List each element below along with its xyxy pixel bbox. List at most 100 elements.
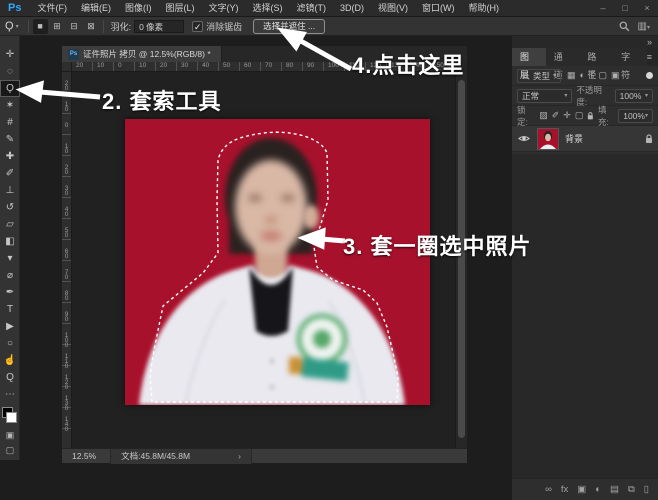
new-group-icon[interactable]: ▤ bbox=[610, 484, 619, 495]
brush-tool-icon[interactable]: ✐ bbox=[0, 165, 20, 182]
adjustment-layer-icon[interactable]: ◐ bbox=[595, 484, 601, 495]
panel-tab-bar: 图层通道路径字符 ≡ bbox=[512, 48, 658, 66]
chevron-down-icon: ▾ bbox=[16, 23, 19, 30]
ruler-number: 10 bbox=[63, 143, 70, 153]
hand-tool-icon[interactable]: ☝ bbox=[0, 352, 20, 369]
filter-pixel-layers-icon[interactable]: ▦ bbox=[567, 70, 576, 81]
healing-brush-tool-icon[interactable]: ✚ bbox=[0, 148, 20, 165]
filter-kind-dropdown[interactable]: 类型 ▾ bbox=[517, 69, 561, 83]
maximize-icon[interactable]: □ bbox=[614, 0, 636, 17]
status-chevron-icon[interactable]: › bbox=[238, 451, 241, 461]
new-selection-icon[interactable]: ■ bbox=[33, 19, 48, 34]
filter-shape-layers-icon[interactable]: ▢ bbox=[598, 70, 607, 81]
document-tab[interactable]: Ps 证件照片 拷贝 @ 12.5%(RGB/8) * bbox=[62, 46, 222, 62]
minimize-icon[interactable]: – bbox=[592, 0, 614, 17]
add-to-selection-icon[interactable]: ⊞ bbox=[50, 19, 65, 34]
filter-type-layers-icon[interactable]: T bbox=[589, 70, 595, 81]
marquee-tool-icon[interactable]: ◌ bbox=[0, 63, 20, 80]
gradient-tool-icon[interactable]: ◧ bbox=[0, 233, 20, 250]
menu-item[interactable]: 编辑(E) bbox=[74, 0, 118, 17]
pen-tool-icon[interactable]: ✒ bbox=[0, 284, 20, 301]
lock-label: 锁定: bbox=[517, 104, 533, 128]
layer-name[interactable]: 背景 bbox=[565, 132, 639, 145]
document-info: 文档:45.8M/45.8M › bbox=[110, 449, 252, 464]
menu-item[interactable]: 滤镜(T) bbox=[289, 0, 333, 17]
search-icon[interactable] bbox=[619, 21, 630, 32]
menu-item[interactable]: 文字(Y) bbox=[201, 0, 245, 17]
blur-tool-icon[interactable]: ▾ bbox=[0, 250, 20, 267]
background-color-swatch[interactable] bbox=[6, 412, 17, 423]
type-tool-icon[interactable]: T bbox=[0, 301, 20, 318]
menu-item[interactable]: 视图(V) bbox=[371, 0, 415, 17]
screen-mode-icon[interactable]: ▢ bbox=[0, 443, 20, 458]
menu-item[interactable]: 窗口(W) bbox=[415, 0, 462, 17]
divider bbox=[28, 20, 29, 33]
annotation-step4: 4.点击这里 bbox=[352, 48, 464, 80]
menu-item[interactable]: 图层(L) bbox=[158, 0, 201, 17]
menu-item[interactable]: 帮助(H) bbox=[461, 0, 506, 17]
menu-item[interactable]: 3D(D) bbox=[333, 0, 371, 17]
workspace-switcher-icon[interactable]: ▥▾ bbox=[638, 21, 650, 32]
filter-adjustment-layers-icon[interactable]: ◐ bbox=[580, 70, 585, 81]
dodge-tool-icon[interactable]: ⌀ bbox=[0, 267, 20, 284]
lock-all-icon[interactable] bbox=[587, 111, 594, 121]
select-and-mask-button[interactable]: 选择并遮住 ... bbox=[253, 19, 325, 34]
delete-layer-icon[interactable]: ▯ bbox=[644, 484, 649, 495]
ruler-corner[interactable] bbox=[62, 62, 72, 72]
ruler-number: 30 bbox=[181, 62, 188, 69]
filter-toggle-icon[interactable] bbox=[646, 72, 653, 79]
visibility-eye-icon[interactable] bbox=[518, 134, 530, 143]
move-tool-icon[interactable]: ✛ bbox=[0, 46, 20, 63]
ruler-number: 10 bbox=[63, 101, 70, 111]
menu-item[interactable]: 选择(S) bbox=[245, 0, 289, 17]
quick-mask-icon[interactable]: ▣ bbox=[0, 428, 20, 443]
anti-alias-checkbox[interactable]: ✓ bbox=[192, 21, 203, 32]
quick-selection-tool-icon[interactable]: ✶ bbox=[0, 97, 20, 114]
menu-item[interactable]: 文件(F) bbox=[30, 0, 74, 17]
menu-item[interactable]: 图像(I) bbox=[118, 0, 159, 17]
ruler-number: 60 bbox=[63, 248, 70, 258]
lock-artboard-icon[interactable]: ▢ bbox=[575, 110, 584, 121]
ruler-number: 90 bbox=[63, 311, 70, 321]
current-tool-dropdown[interactable]: Ϙ ▾ bbox=[0, 20, 24, 32]
search-icon bbox=[522, 72, 530, 80]
eyedropper-tool-icon[interactable]: ✎ bbox=[0, 131, 20, 148]
ruler-number: 100 bbox=[63, 332, 70, 347]
lock-position-icon[interactable]: ✛ bbox=[563, 110, 571, 121]
collapse-panels-icon[interactable]: » bbox=[647, 37, 652, 47]
panel-menu-icon[interactable]: ≡ bbox=[647, 48, 658, 66]
subtract-from-selection-icon[interactable]: ⊟ bbox=[67, 19, 82, 34]
opacity-select[interactable]: 100%▾ bbox=[615, 89, 653, 103]
photo-canvas[interactable] bbox=[125, 119, 430, 405]
crop-tool-icon[interactable]: # bbox=[0, 114, 20, 131]
背景[interactable]: 背景 bbox=[512, 126, 658, 152]
add-mask-icon[interactable]: ▣ bbox=[577, 484, 586, 495]
ruler-number: 130 bbox=[63, 395, 70, 410]
eraser-tool-icon[interactable]: ▱ bbox=[0, 216, 20, 233]
right-panel-dock: » 图层通道路径字符 ≡ 类型 ▾ ▦◐T▢▣ 正常 bbox=[512, 36, 658, 500]
blend-mode-select[interactable]: 正常▾ bbox=[517, 89, 572, 103]
vertical-ruler[interactable]: 20100102030405060708090100110120130140 bbox=[62, 72, 72, 448]
lock-transparency-icon[interactable]: ▨ bbox=[539, 110, 548, 121]
edit-toolbar-icon[interactable]: ⋯ bbox=[0, 386, 20, 403]
link-layers-icon[interactable]: ∞ bbox=[545, 484, 552, 495]
lock-paint-icon[interactable]: ✐ bbox=[552, 110, 560, 121]
ruler-number: 0 bbox=[118, 62, 122, 69]
zoom-level[interactable]: 12.5% bbox=[62, 451, 96, 461]
fill-select[interactable]: 100%▾ bbox=[618, 109, 653, 123]
layer-thumbnail[interactable] bbox=[537, 128, 559, 150]
shape-tool-icon[interactable]: ○ bbox=[0, 335, 20, 352]
clone-stamp-tool-icon[interactable]: ⊥ bbox=[0, 182, 20, 199]
zoom-tool-icon[interactable]: Q bbox=[0, 369, 20, 386]
tool-bar: ✛◌Ϙ✶#✎✚✐⊥↺▱◧▾⌀✒T▶○☝Q⋯ ▣ ▢ bbox=[0, 36, 20, 460]
ruler-number: 0 bbox=[63, 122, 70, 127]
close-icon[interactable]: × bbox=[636, 0, 658, 17]
feather-input[interactable]: 0 像素 bbox=[134, 20, 184, 33]
filter-smart-objects-icon[interactable]: ▣ bbox=[611, 70, 620, 81]
path-selection-tool-icon[interactable]: ▶ bbox=[0, 318, 20, 335]
lasso-tool-icon[interactable]: Ϙ bbox=[0, 80, 20, 97]
intersect-selection-icon[interactable]: ⊠ bbox=[84, 19, 99, 34]
new-layer-icon[interactable]: ⧉ bbox=[628, 484, 635, 495]
history-brush-tool-icon[interactable]: ↺ bbox=[0, 199, 20, 216]
layer-effects-icon[interactable]: fx bbox=[561, 484, 568, 495]
